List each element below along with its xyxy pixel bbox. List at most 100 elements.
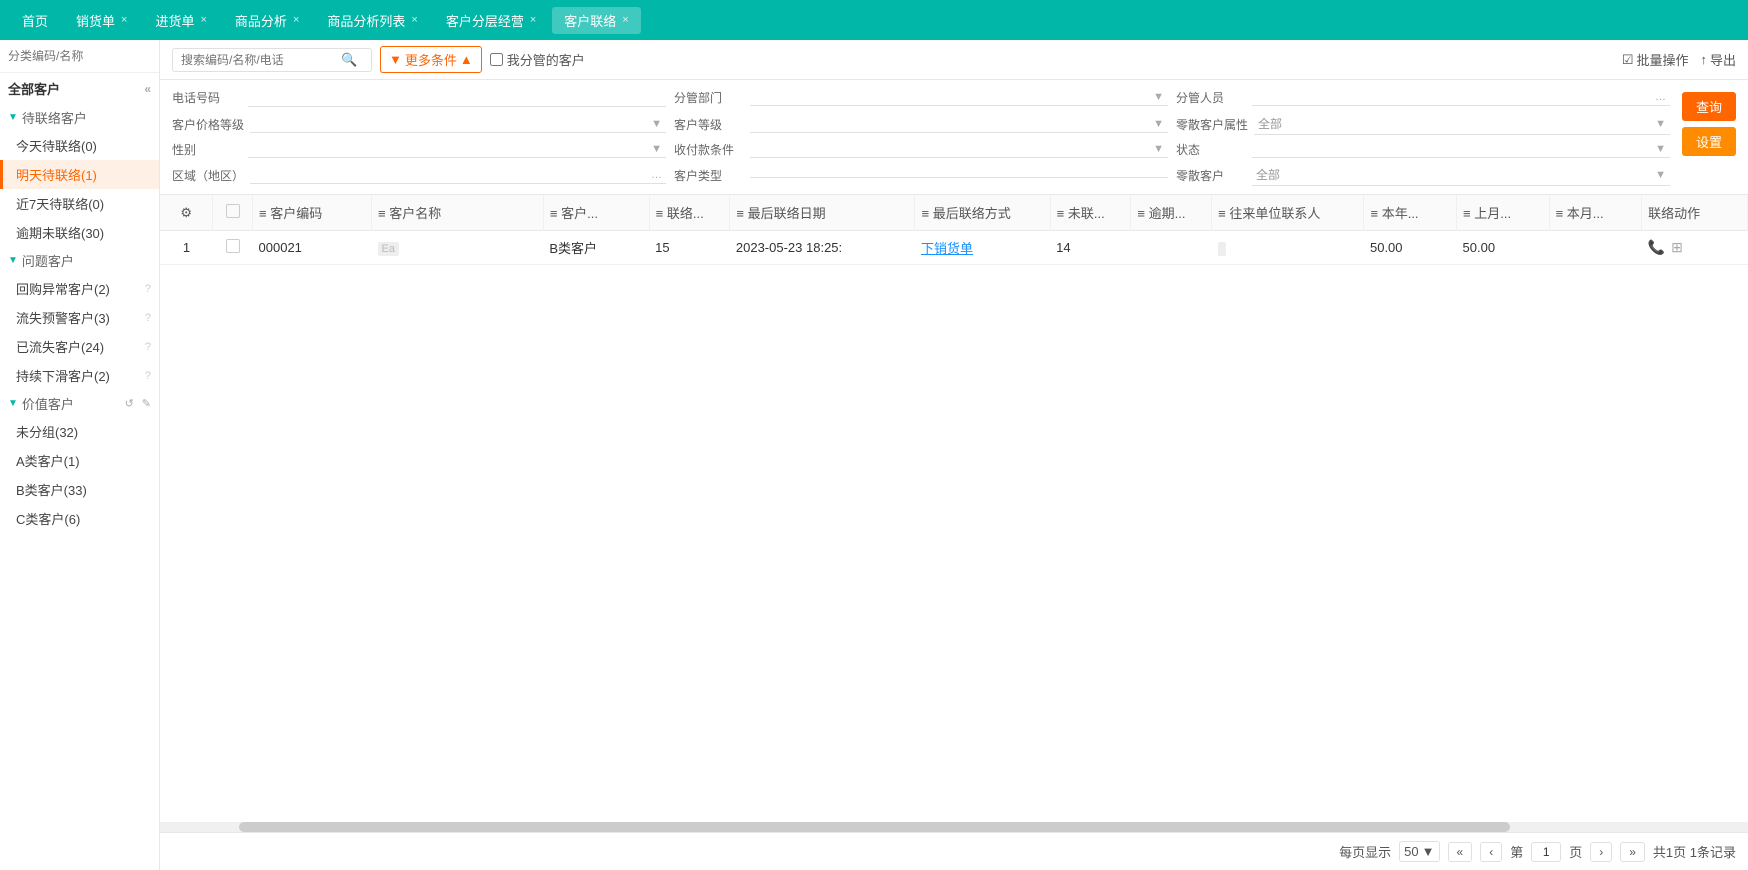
nav-product-analysis[interactable]: 商品分析 × (223, 7, 311, 34)
close-purchase-icon[interactable]: × (200, 14, 206, 26)
settings-icon[interactable]: ⚙ (180, 205, 192, 220)
sidebar-item-overdue-unlinked[interactable]: 逾期未联络(30) (0, 218, 159, 247)
batch-op-btn[interactable]: ☑ 批量操作 (1622, 50, 1689, 69)
col-checkbox-header[interactable] (213, 195, 253, 231)
sidebar-item-churned[interactable]: 已流失客户(24) ? (0, 332, 159, 361)
horizontal-scrollbar[interactable] (160, 822, 1748, 832)
dept-select[interactable]: ▼ (750, 89, 1168, 106)
scrollbar-thumb[interactable] (239, 822, 1509, 832)
sidebar-item-churn-warning[interactable]: 流失预警客户(3) ? (0, 303, 159, 332)
phone-action-icon[interactable]: 📞 (1648, 239, 1665, 256)
sidebar-item-repurchase-abnormal[interactable]: 回购异常客户(2) ? (0, 274, 159, 303)
status-arrow-icon: ▼ (1655, 143, 1666, 155)
row-year: 50.00 (1364, 231, 1457, 265)
row-person (1212, 231, 1364, 265)
payment-label: 收付款条件 (674, 141, 744, 158)
sidebar-item-type-c[interactable]: C类客户(6) (0, 504, 159, 533)
col-overdue-header: ≡ 逾期... (1131, 195, 1212, 231)
close-sales-icon[interactable]: × (121, 14, 127, 26)
sidebar-item-tomorrow[interactable]: 明天待联络(1) (0, 160, 159, 189)
page-input[interactable] (1531, 842, 1561, 862)
filter-status: 状态 ▼ (1176, 141, 1670, 158)
refresh-icon[interactable]: ↺ (125, 397, 134, 410)
customer-type-label: 客户类型 (674, 167, 744, 184)
sidebar-item-declining[interactable]: 持续下滑客户(2) ? (0, 361, 159, 390)
price-grade-select[interactable]: ▼ (250, 116, 666, 133)
close-customer-contact-icon[interactable]: × (622, 14, 628, 26)
region-more-icon[interactable]: … (651, 169, 662, 181)
filter-customer-type: 客户类型 (674, 167, 1168, 184)
row-checkbox[interactable] (213, 231, 253, 265)
table-row: 1 000021 Ea B类客户 15 2023-05-23 18:25: 下销… (160, 231, 1748, 265)
triangle-icon-3: ▼ (8, 398, 18, 409)
first-page-btn[interactable]: « (1448, 842, 1473, 862)
sidebar-item-type-b[interactable]: B类客户(33) (0, 475, 159, 504)
gender-select[interactable]: ▼ (248, 141, 666, 158)
payment-select[interactable]: ▼ (750, 141, 1168, 158)
sidebar-item-7days[interactable]: 近7天待联络(0) (0, 189, 159, 218)
help-icon-repurchase[interactable]: ? (145, 283, 151, 295)
sidebar-item-type-a[interactable]: A类客户(1) (0, 446, 159, 475)
last-page-btn[interactable]: » (1620, 842, 1645, 862)
help-icon-churn-warning[interactable]: ? (145, 312, 151, 324)
settings-btn[interactable]: 设置 (1682, 127, 1736, 156)
sidebar-collapse-icon[interactable]: « (144, 82, 151, 96)
all-customers-title[interactable]: 全部客户 « (0, 73, 159, 104)
close-product-analysis-list-icon[interactable]: × (411, 14, 417, 26)
status-select[interactable]: ▼ (1252, 141, 1670, 158)
header-checkbox[interactable] (226, 204, 240, 218)
customer-grade-select[interactable]: ▼ (750, 116, 1168, 133)
last-way-link[interactable]: 下销货单 (921, 241, 973, 256)
close-customer-tier-icon[interactable]: × (530, 14, 536, 26)
retail-attr-label: 零散客户属性 (1176, 116, 1248, 133)
toolbar: 🔍 ▼ 更多条件 ▲ 我分管的客户 ☑ 批量操作 ↑ 导出 (160, 40, 1748, 80)
person-more-icon[interactable]: … (1655, 91, 1666, 103)
sidebar-item-ungrouped[interactable]: 未分组(32) (0, 417, 159, 446)
row-checkbox-control[interactable] (226, 239, 240, 253)
filter-row-3: 性别 ▼ 收付款条件 ▼ (172, 141, 1670, 158)
grid-action-icon[interactable]: ⊞ (1671, 239, 1683, 256)
triangle-icon-2: ▼ (8, 255, 18, 266)
nav-customer-contact[interactable]: 客户联络 × (552, 7, 640, 34)
filter-price-grade: 客户价格等级 ▼ (172, 116, 666, 133)
col-settings-header[interactable]: ⚙ (160, 195, 213, 231)
col-code-header: ≡ 客户编码 (253, 195, 372, 231)
export-btn[interactable]: ↑ 导出 (1700, 50, 1736, 69)
per-page-label: 每页显示 (1339, 842, 1391, 861)
prev-page-btn[interactable]: ‹ (1480, 842, 1502, 862)
export-icon: ↑ (1700, 52, 1707, 67)
nav-sales[interactable]: 销货单 × (64, 7, 139, 34)
toolbar-search-input[interactable] (181, 53, 341, 67)
filter-row-4: 区域（地区） … 客户类型 零散客户 (172, 164, 1670, 186)
filter-person: 分管人员 … (1176, 89, 1670, 106)
phone-input[interactable] (248, 88, 666, 107)
row-last-way[interactable]: 下销货单 (915, 231, 1050, 265)
help-icon-churned[interactable]: ? (145, 341, 151, 353)
col-way-header: ≡ 最后联络方式 (915, 195, 1050, 231)
sidebar-search-input[interactable] (8, 49, 160, 63)
nav-product-analysis-list[interactable]: 商品分析列表 × (315, 7, 429, 34)
row-last-month: 50.00 (1457, 231, 1550, 265)
close-product-analysis-icon[interactable]: × (293, 14, 299, 26)
nav-purchase[interactable]: 进货单 × (143, 7, 218, 34)
my-customer-toggle[interactable]: 我分管的客户 (490, 50, 585, 69)
per-page-select[interactable]: 50 ▼ (1399, 841, 1439, 862)
my-customer-checkbox[interactable] (490, 53, 503, 66)
query-btn[interactable]: 查询 (1682, 92, 1736, 121)
retail-customer-select[interactable]: 全部 ▼ (1252, 164, 1670, 186)
help-icon-declining[interactable]: ? (145, 370, 151, 382)
nav-home[interactable]: 首页 (10, 7, 60, 34)
filter-more-btn[interactable]: ▼ 更多条件 ▲ (380, 46, 482, 73)
toolbar-search-icon[interactable]: 🔍 (341, 52, 357, 68)
sidebar-search-container: 🔍 (0, 40, 159, 73)
retail-attr-select[interactable]: 全部 ▼ (1254, 113, 1670, 135)
customer-type-select[interactable] (750, 173, 1168, 178)
sidebar-item-today[interactable]: 今天待联络(0) (0, 131, 159, 160)
per-page-arrow: ▼ (1422, 844, 1435, 859)
edit-icon[interactable]: ✎ (142, 397, 151, 410)
row-action: 📞 ⊞ (1642, 231, 1748, 265)
content-area: 🔍 ▼ 更多条件 ▲ 我分管的客户 ☑ 批量操作 ↑ 导出 (160, 40, 1748, 870)
filter-row-2: 客户价格等级 ▼ 客户等级 ▼ (172, 113, 1670, 135)
next-page-btn[interactable]: › (1590, 842, 1612, 862)
nav-customer-tier[interactable]: 客户分层经营 × (434, 7, 548, 34)
